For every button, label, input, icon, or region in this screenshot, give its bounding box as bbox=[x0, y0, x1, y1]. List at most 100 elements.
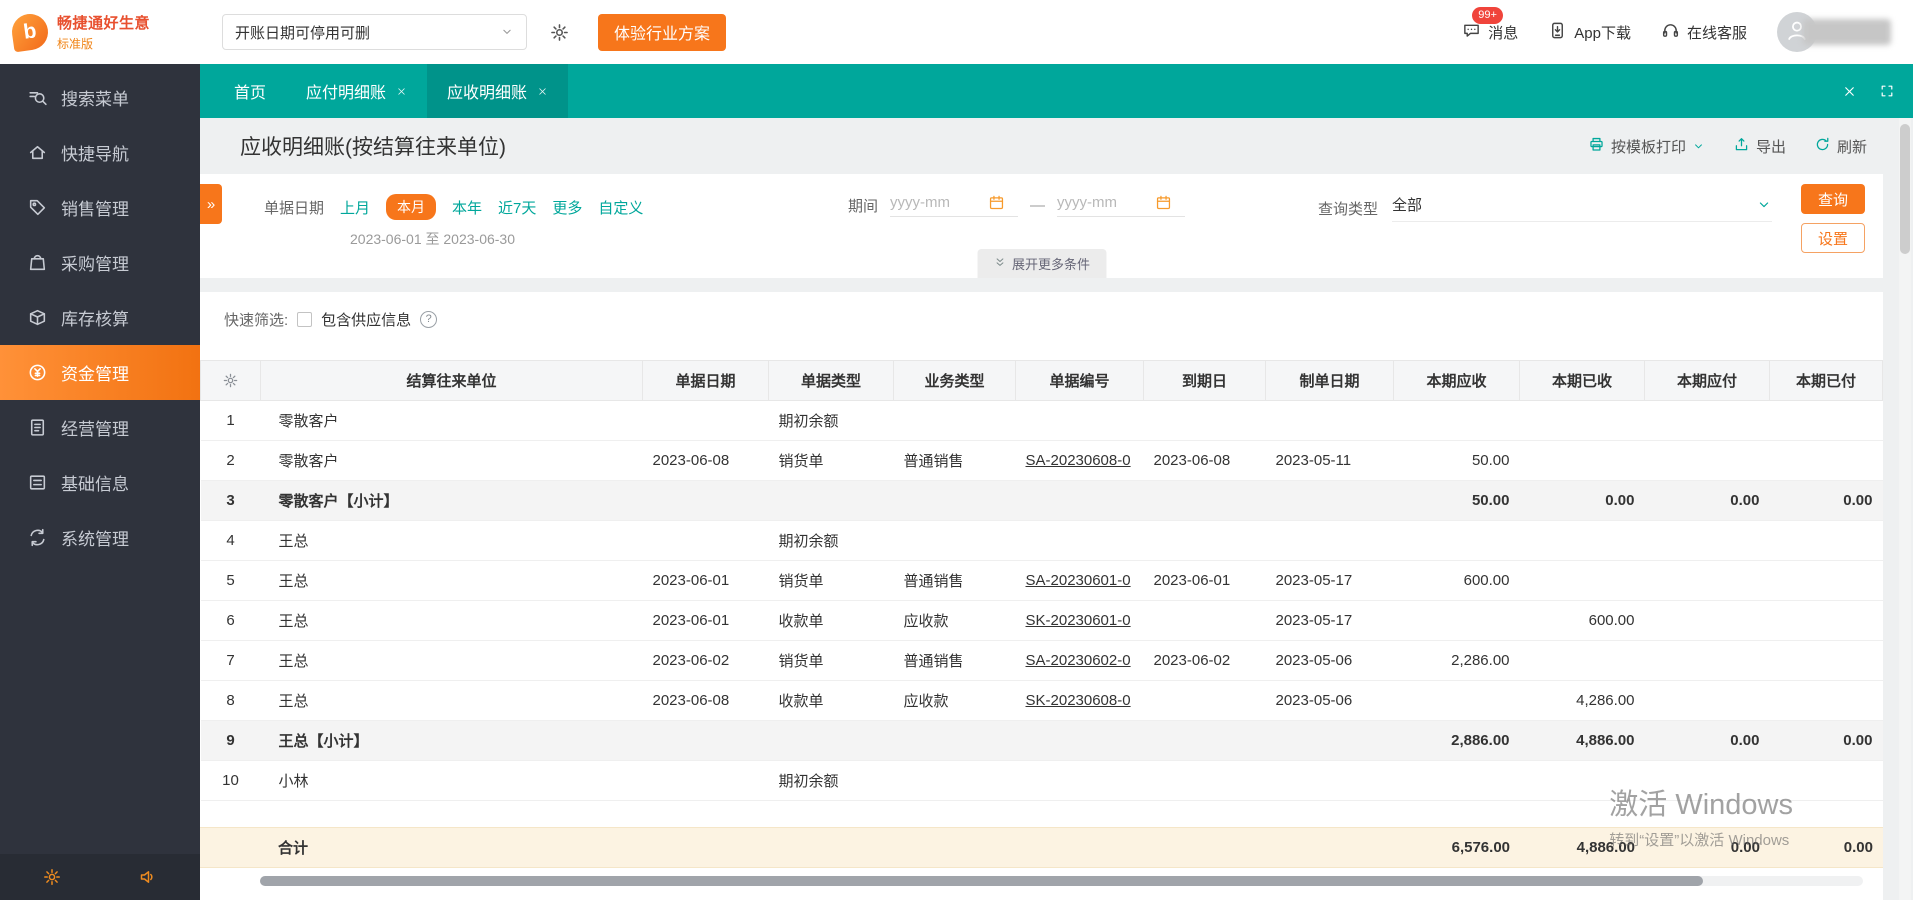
doc_type-cell: 期初余额 bbox=[768, 400, 894, 441]
query-type-select[interactable]: 全部 bbox=[1392, 194, 1773, 222]
column-header[interactable]: 本期应付 bbox=[1644, 360, 1770, 401]
create_date-cell bbox=[1265, 760, 1394, 801]
total-payable: 0.00 bbox=[1645, 827, 1770, 868]
brand-area[interactable]: b 畅捷通好生意 标准版 bbox=[0, 0, 200, 64]
table-row[interactable]: 4 王总 期初余额 bbox=[200, 520, 1883, 561]
horizontal-scrollbar-thumb[interactable] bbox=[260, 876, 1703, 886]
total-row: 合计 6,576.00 4,886.00 0.00 0.00 bbox=[200, 827, 1883, 868]
create_date-cell bbox=[1265, 400, 1394, 441]
date-option-近7天[interactable]: 近7天 bbox=[498, 197, 536, 218]
column-settings-icon[interactable] bbox=[222, 372, 239, 389]
date-quick-options: 上月 本月 本年 近7天 更多 自定义 bbox=[340, 194, 643, 220]
sidebar-item-sales[interactable]: 销售管理 bbox=[0, 180, 200, 235]
table-row[interactable]: 5 王总 2023-06-01 销货单 普通销售 SA-20230601-0 2023-06… bbox=[200, 560, 1883, 601]
doc-no-link[interactable]: SK-20230608-0 bbox=[1026, 692, 1131, 709]
date-option-本年[interactable]: 本年 bbox=[452, 197, 482, 218]
column-header[interactable]: 结算往来单位 bbox=[260, 360, 643, 401]
table-row[interactable]: 8 王总 2023-06-08 收款单 应收款 SK-20230608-0 2023-05-… bbox=[200, 680, 1883, 721]
close-icon[interactable] bbox=[1842, 84, 1857, 99]
include-supplier-checkbox[interactable] bbox=[297, 311, 313, 327]
messages-button[interactable]: 99+ 消息 bbox=[1462, 6, 1518, 44]
print-by-template-button[interactable]: 按模板打印 bbox=[1588, 136, 1705, 157]
sidebar-item-base[interactable]: 基础信息 bbox=[0, 455, 200, 510]
doc_type-cell: 销货单 bbox=[768, 560, 894, 601]
help-icon[interactable]: ? bbox=[420, 310, 438, 328]
doc_date-cell: 2023-06-02 bbox=[642, 640, 769, 681]
trial-solution-button[interactable]: 体验行业方案 bbox=[598, 13, 727, 51]
search-button[interactable]: 查询 bbox=[1801, 184, 1865, 214]
column-header[interactable]: 到期日 bbox=[1143, 360, 1266, 401]
ledger-table: 结算往来单位 单据日期 单据类型 业务类型 单据编号 到期日 制单日期 本期应收 本期已收 本期应… bbox=[200, 360, 1883, 801]
refresh-button[interactable]: 刷新 bbox=[1814, 136, 1867, 157]
table-row[interactable]: 7 王总 2023-06-02 销货单 普通销售 SA-20230602-0 2023-06… bbox=[200, 640, 1883, 681]
tab-应付明细账[interactable]: 应付明细账 bbox=[286, 64, 427, 118]
tab-close-icon[interactable] bbox=[396, 86, 407, 97]
tab-首页[interactable]: 首页 bbox=[214, 64, 286, 118]
export-button[interactable]: 导出 bbox=[1733, 136, 1786, 157]
column-header[interactable]: 本期已收 bbox=[1519, 360, 1645, 401]
tabbar: 首页 应付明细账 应收明细账 bbox=[200, 64, 1913, 118]
column-header[interactable]: 制单日期 bbox=[1265, 360, 1394, 401]
account-period-select[interactable]: 开账日期可停用可删 bbox=[222, 14, 527, 50]
received-cell bbox=[1519, 640, 1645, 681]
calendar-icon[interactable] bbox=[988, 194, 1005, 211]
vertical-scrollbar[interactable] bbox=[1899, 118, 1911, 900]
period-from-input[interactable] bbox=[890, 194, 983, 211]
tab-label: 应收明细账 bbox=[447, 85, 528, 102]
column-header[interactable]: 单据编号 bbox=[1015, 360, 1144, 401]
table-row[interactable]: 9 王总【小计】 2,886.00 4,886.00 0.00 0.00 bbox=[200, 720, 1883, 761]
app-download-button[interactable]: App下载 bbox=[1548, 21, 1631, 44]
expand-more-button[interactable]: 展开更多条件 bbox=[976, 249, 1107, 278]
row-number: 1 bbox=[200, 400, 261, 441]
doc-no-link[interactable]: SK-20230601-0 bbox=[1026, 612, 1131, 629]
table-row[interactable]: 2 零散客户 2023-06-08 销货单 普通销售 SA-20230608-0 2023-… bbox=[200, 440, 1883, 481]
date-option-自定义[interactable]: 自定义 bbox=[598, 197, 643, 218]
paid-cell bbox=[1769, 560, 1883, 601]
doc-no-link[interactable]: SA-20230601-0 bbox=[1026, 572, 1131, 589]
unit-cell: 王总 bbox=[260, 600, 643, 641]
column-header[interactable]: 单据日期 bbox=[642, 360, 769, 401]
biz_type-cell bbox=[893, 480, 1016, 521]
table-row[interactable]: 6 王总 2023-06-01 收款单 应收款 SK-20230601-0 2023-05-… bbox=[200, 600, 1883, 641]
table-empty-space bbox=[200, 801, 1883, 827]
online-service-button[interactable]: 在线客服 bbox=[1661, 21, 1747, 44]
sidebar-item-system[interactable]: 系统管理 bbox=[0, 510, 200, 565]
horizontal-scrollbar[interactable] bbox=[260, 876, 1863, 886]
doc-no-link[interactable]: SA-20230602-0 bbox=[1026, 652, 1131, 669]
table-row[interactable]: 10 小林 期初余额 bbox=[200, 760, 1883, 801]
sidebar-item-purchase[interactable]: 采购管理 bbox=[0, 235, 200, 290]
table-row[interactable]: 1 零散客户 期初余额 bbox=[200, 400, 1883, 441]
column-header[interactable]: 本期已付 bbox=[1769, 360, 1883, 401]
refresh-icon bbox=[1814, 136, 1831, 157]
home-icon bbox=[26, 142, 48, 164]
vertical-scrollbar-thumb[interactable] bbox=[1900, 124, 1910, 254]
doc_date-cell: 2023-06-01 bbox=[642, 560, 769, 601]
collapse-filter-button[interactable]: » bbox=[200, 184, 222, 224]
tab-应收明细账[interactable]: 应收明细账 bbox=[427, 64, 569, 118]
receivable-cell bbox=[1393, 680, 1520, 721]
date-option-本月[interactable]: 本月 bbox=[386, 194, 437, 220]
sidebar-item-funds[interactable]: 资金管理 bbox=[0, 345, 200, 400]
period-to-input[interactable] bbox=[1057, 194, 1150, 211]
footer-gear-icon[interactable] bbox=[42, 867, 62, 887]
announcement-speaker-icon[interactable] bbox=[138, 867, 158, 887]
doc-date-filter-label: 单据日期 bbox=[264, 199, 325, 217]
date-option-上月[interactable]: 上月 bbox=[340, 197, 370, 218]
unit-cell: 零散客户 bbox=[260, 440, 643, 481]
doc-no-cell: SK-20230601-0 bbox=[1015, 600, 1144, 641]
doc-no-link[interactable]: SA-20230608-0 bbox=[1026, 452, 1131, 469]
date-option-更多[interactable]: 更多 bbox=[552, 197, 582, 218]
column-header[interactable]: 本期应收 bbox=[1393, 360, 1520, 401]
column-header[interactable]: 业务类型 bbox=[893, 360, 1016, 401]
tab-close-icon[interactable] bbox=[537, 86, 548, 97]
calendar-icon[interactable] bbox=[1155, 194, 1172, 211]
sidebar-item-inventory[interactable]: 库存核算 bbox=[0, 290, 200, 345]
table-row[interactable]: 3 零散客户【小计】 50.00 0.00 0.00 0.00 bbox=[200, 480, 1883, 521]
gear-icon[interactable] bbox=[549, 22, 570, 43]
fullscreen-icon[interactable] bbox=[1879, 83, 1895, 99]
sidebar-item-business[interactable]: 经营管理 bbox=[0, 400, 200, 455]
settings-button[interactable]: 设置 bbox=[1801, 223, 1865, 253]
column-header[interactable]: 单据类型 bbox=[768, 360, 894, 401]
sidebar-item-search[interactable]: 搜索菜单 bbox=[0, 70, 200, 125]
sidebar-item-home[interactable]: 快捷导航 bbox=[0, 125, 200, 180]
